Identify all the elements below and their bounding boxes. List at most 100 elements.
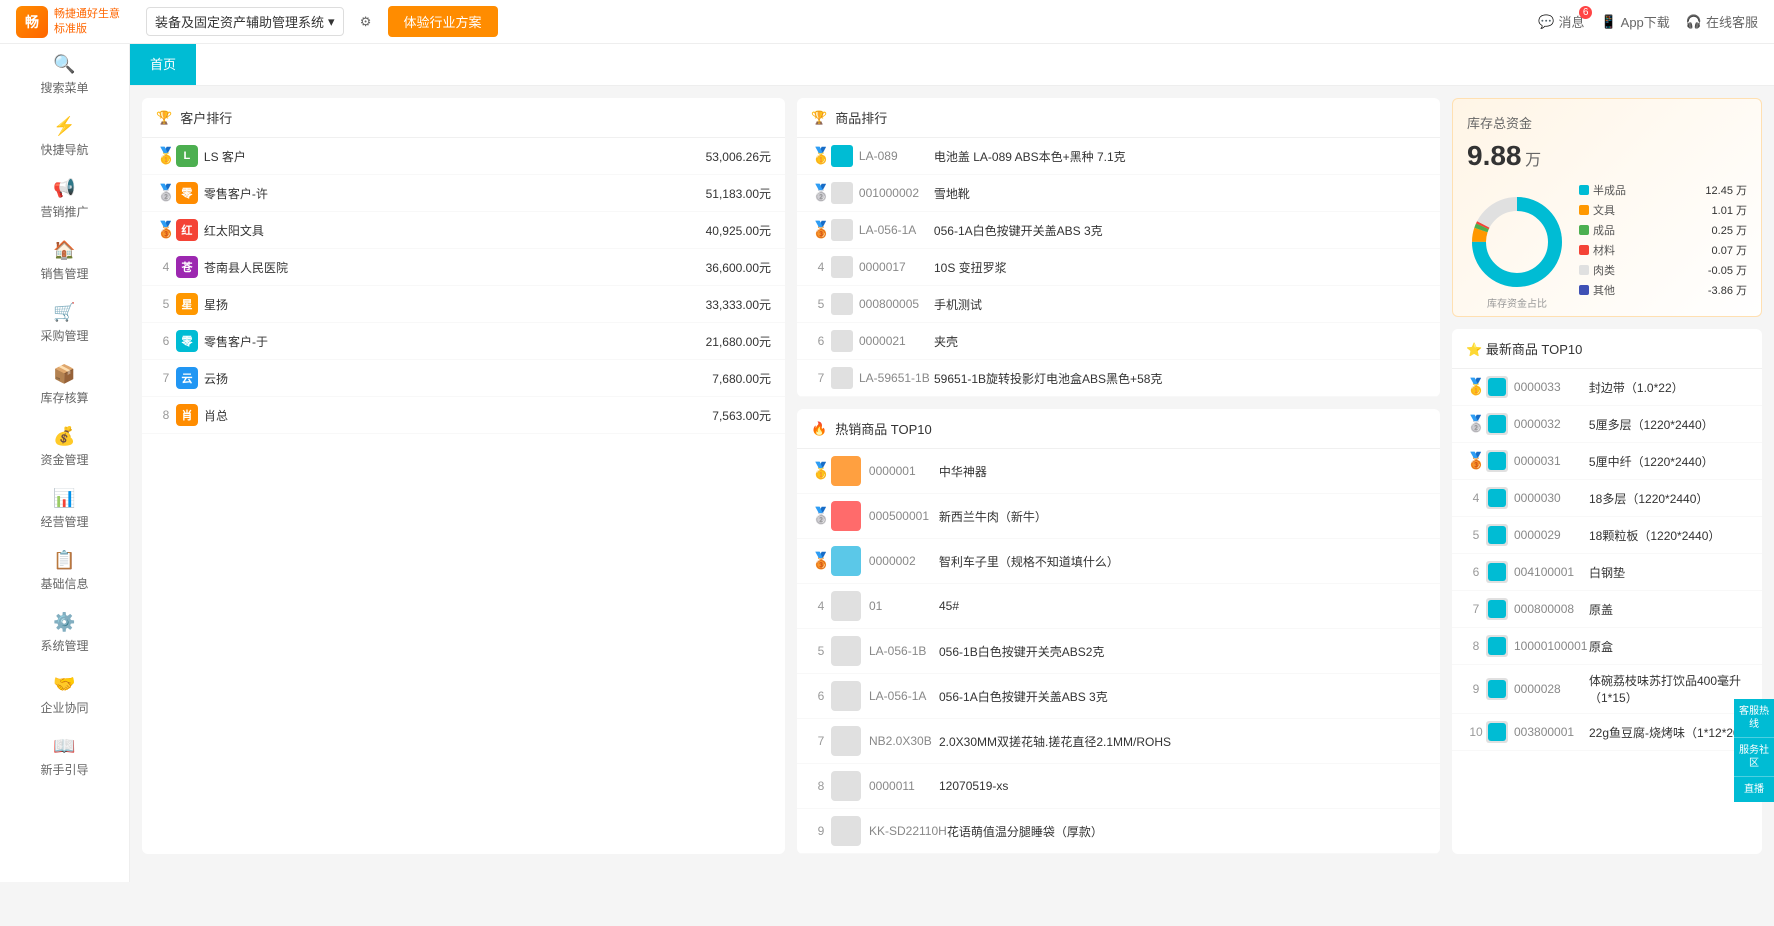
legend-item: 其他 -3.86 万 <box>1579 282 1747 298</box>
headset-icon: 🎧 <box>1686 14 1702 30</box>
customer-rank-item: 8 肖 肖总 7,563.00元 <box>142 397 785 434</box>
right-panel: 库存总资金 9.88 万 <box>1452 98 1762 854</box>
purchase-icon: 🛒 <box>53 302 75 323</box>
sidebar-item-system[interactable]: ⚙️ 系统管理 <box>0 602 129 664</box>
sidebar-item-cooperation[interactable]: 🤝 企业协同 <box>0 664 129 726</box>
product-img <box>1486 413 1508 435</box>
page-tabs: 首页 <box>130 44 1774 86</box>
sidebar-item-quicknav[interactable]: ⚡ 快捷导航 <box>0 106 129 168</box>
trial-button[interactable]: 体验行业方案 <box>388 6 498 37</box>
medal-icon: 🥉 <box>1466 451 1486 471</box>
mobile-icon: 📱 <box>1600 14 1616 30</box>
medal-icon: 🥈 <box>1466 414 1486 434</box>
product-img <box>831 726 861 756</box>
customer-rank-item: 7 云 云扬 7,680.00元 <box>142 360 785 397</box>
hot-products-header: 🔥 热销商品 TOP10 <box>797 409 1440 449</box>
product-rank-item: 🥈 001000002 雪地靴 <box>797 175 1440 212</box>
service-community-button[interactable]: 服务社区 <box>1734 738 1774 777</box>
quicknav-icon: ⚡ <box>53 116 75 137</box>
hot-product-item: 🥉 0000002 智利车子里（规格不知道填什么） <box>797 539 1440 584</box>
logo-text: 畅捷通好生意 标准版 <box>54 7 120 36</box>
search-icon: 🔍 <box>53 54 75 75</box>
tab-home[interactable]: 首页 <box>130 44 196 85</box>
trophy-icon: 🏆 <box>156 110 172 126</box>
new-product-item: 🥉 0000031 5厘中纤（1220*2440） <box>1452 443 1762 480</box>
product-img <box>831 256 853 278</box>
product-ranking-header: 🏆 商品排行 <box>797 98 1440 138</box>
logo-icon: 畅 <box>16 6 48 38</box>
legend-item: 肉类 -0.05 万 <box>1579 262 1747 278</box>
basics-icon: 📋 <box>53 550 75 571</box>
legend-item: 成品 0.25 万 <box>1579 222 1747 238</box>
inventory-amount-area: 9.88 万 <box>1467 140 1747 172</box>
medal-silver-icon: 🥈 <box>156 183 176 203</box>
product-img <box>831 293 853 315</box>
chevron-down-icon: ▾ <box>328 14 335 30</box>
system-icon: ⚙️ <box>53 612 75 633</box>
product-img <box>831 636 861 666</box>
new-product-item: 5 0000029 18颗粒板（1220*2440） <box>1452 517 1762 554</box>
sidebar-item-sales[interactable]: 🏠 销售管理 <box>0 230 129 292</box>
product-img <box>1486 524 1508 546</box>
customer-ranking-list[interactable]: 🥇 L LS 客户 53,006.26元 🥈 零 零售客户-许 51,183.0… <box>142 138 785 434</box>
product-rank-item: 5 000800005 手机测试 <box>797 286 1440 323</box>
customer-badge: 红 <box>176 219 198 241</box>
customer-ranking-panel: 🏆 客户排行 🥇 L LS 客户 53,006.26元 🥈 零 零售客户-许 5… <box>142 98 785 854</box>
center-area: 🏆 商品排行 🥇 LA-089 电池盖 LA-089 ABS本色+黑种 7.1克… <box>797 98 1440 854</box>
product-img <box>1486 598 1508 620</box>
settings-icon[interactable]: ⚙ <box>352 8 380 36</box>
customer-service-hotline-button[interactable]: 客服热线 <box>1734 699 1774 738</box>
sidebar-item-guide[interactable]: 📖 新手引导 <box>0 726 129 788</box>
sidebar-item-search[interactable]: 🔍 搜索菜单 <box>0 44 129 106</box>
product-img <box>831 816 861 846</box>
new-product-item: 6 004100001 白钢垫 <box>1452 554 1762 591</box>
float-service: 客服热线 服务社区 直播 <box>1734 699 1774 802</box>
sales-icon: 🏠 <box>53 240 75 261</box>
sidebar-item-basics[interactable]: 📋 基础信息 <box>0 540 129 602</box>
legend-item: 材料 0.07 万 <box>1579 242 1747 258</box>
new-product-item: 4 0000030 18多层（1220*2440） <box>1452 480 1762 517</box>
topbar-center: 装备及固定资产辅助管理系统 ▾ ⚙ 体验行业方案 <box>146 6 1538 37</box>
live-stream-button[interactable]: 直播 <box>1734 777 1774 802</box>
product-rank-item: 🥇 LA-089 电池盖 LA-089 ABS本色+黑种 7.1克 <box>797 138 1440 175</box>
hot-product-item: 4 01 45# <box>797 584 1440 629</box>
sidebar-item-operations[interactable]: 📊 经营管理 <box>0 478 129 540</box>
legend-dot <box>1579 285 1589 295</box>
new-product-item: 8 10000100001 原盒 <box>1452 628 1762 665</box>
hot-product-item: 6 LA-056-1A 056-1A白色按键开关盖ABS 3克 <box>797 674 1440 719</box>
sidebar-item-finance[interactable]: 💰 资金管理 <box>0 416 129 478</box>
customer-rank-item: 6 零 零售客户-于 21,680.00元 <box>142 323 785 360</box>
online-service-button[interactable]: 🎧 在线客服 <box>1686 12 1758 31</box>
hot-product-item: 7 NB2.0X30B 2.0X30MM双搓花轴.搓花直径2.1MM/ROHS <box>797 719 1440 764</box>
new-products-list[interactable]: 🥇 0000033 封边带（1.0*22） 🥈 0000032 5厘多层（122… <box>1452 369 1762 751</box>
marketing-icon: 📢 <box>53 178 75 199</box>
product-img <box>831 182 853 204</box>
message-button[interactable]: 💬 消息 6 <box>1538 12 1584 31</box>
inventory-amount: 9.88 <box>1467 140 1522 171</box>
product-ranking-list[interactable]: 🥇 LA-089 电池盖 LA-089 ABS本色+黑种 7.1克 🥈 0010… <box>797 138 1440 397</box>
legend-dot <box>1579 185 1589 195</box>
medal-icon: 🥈 <box>811 183 831 203</box>
medal-bronze-icon: 🥉 <box>156 220 176 240</box>
medal-icon: 🥇 <box>811 461 831 481</box>
app-download-button[interactable]: 📱 App下载 <box>1600 12 1669 31</box>
product-img <box>1486 561 1508 583</box>
legend-dot <box>1579 205 1589 215</box>
system-selector[interactable]: 装备及固定资产辅助管理系统 ▾ <box>146 7 344 36</box>
logo-area: 畅 畅捷通好生意 标准版 <box>16 6 146 38</box>
sidebar-item-inventory[interactable]: 📦 库存核算 <box>0 354 129 416</box>
product-img <box>831 591 861 621</box>
product-img <box>831 546 861 576</box>
topbar-right: 💬 消息 6 📱 App下载 🎧 在线客服 <box>1538 12 1758 31</box>
product-img <box>831 501 861 531</box>
customer-badge: 肖 <box>176 404 198 426</box>
main-content: 首页 🏆 客户排行 🥇 L LS 客户 53,006.26元 🥈 零 零售客户-… <box>130 44 1774 866</box>
customer-rank-item: 🥇 L LS 客户 53,006.26元 <box>142 138 785 175</box>
inventory-card: 库存总资金 9.88 万 <box>1452 98 1762 317</box>
hot-product-item: 9 KK-SD22110H 花语萌值温分腿睡袋（厚款） <box>797 809 1440 854</box>
hot-products-list[interactable]: 🥇 0000001 中华神器 🥈 000500001 新西兰牛肉（新牛） 🥉 <box>797 449 1440 854</box>
sidebar-item-purchase[interactable]: 🛒 采购管理 <box>0 292 129 354</box>
sidebar-item-marketing[interactable]: 📢 营销推广 <box>0 168 129 230</box>
customer-rank-item: 🥉 红 红太阳文具 40,925.00元 <box>142 212 785 249</box>
inventory-unit: 万 <box>1525 152 1541 169</box>
